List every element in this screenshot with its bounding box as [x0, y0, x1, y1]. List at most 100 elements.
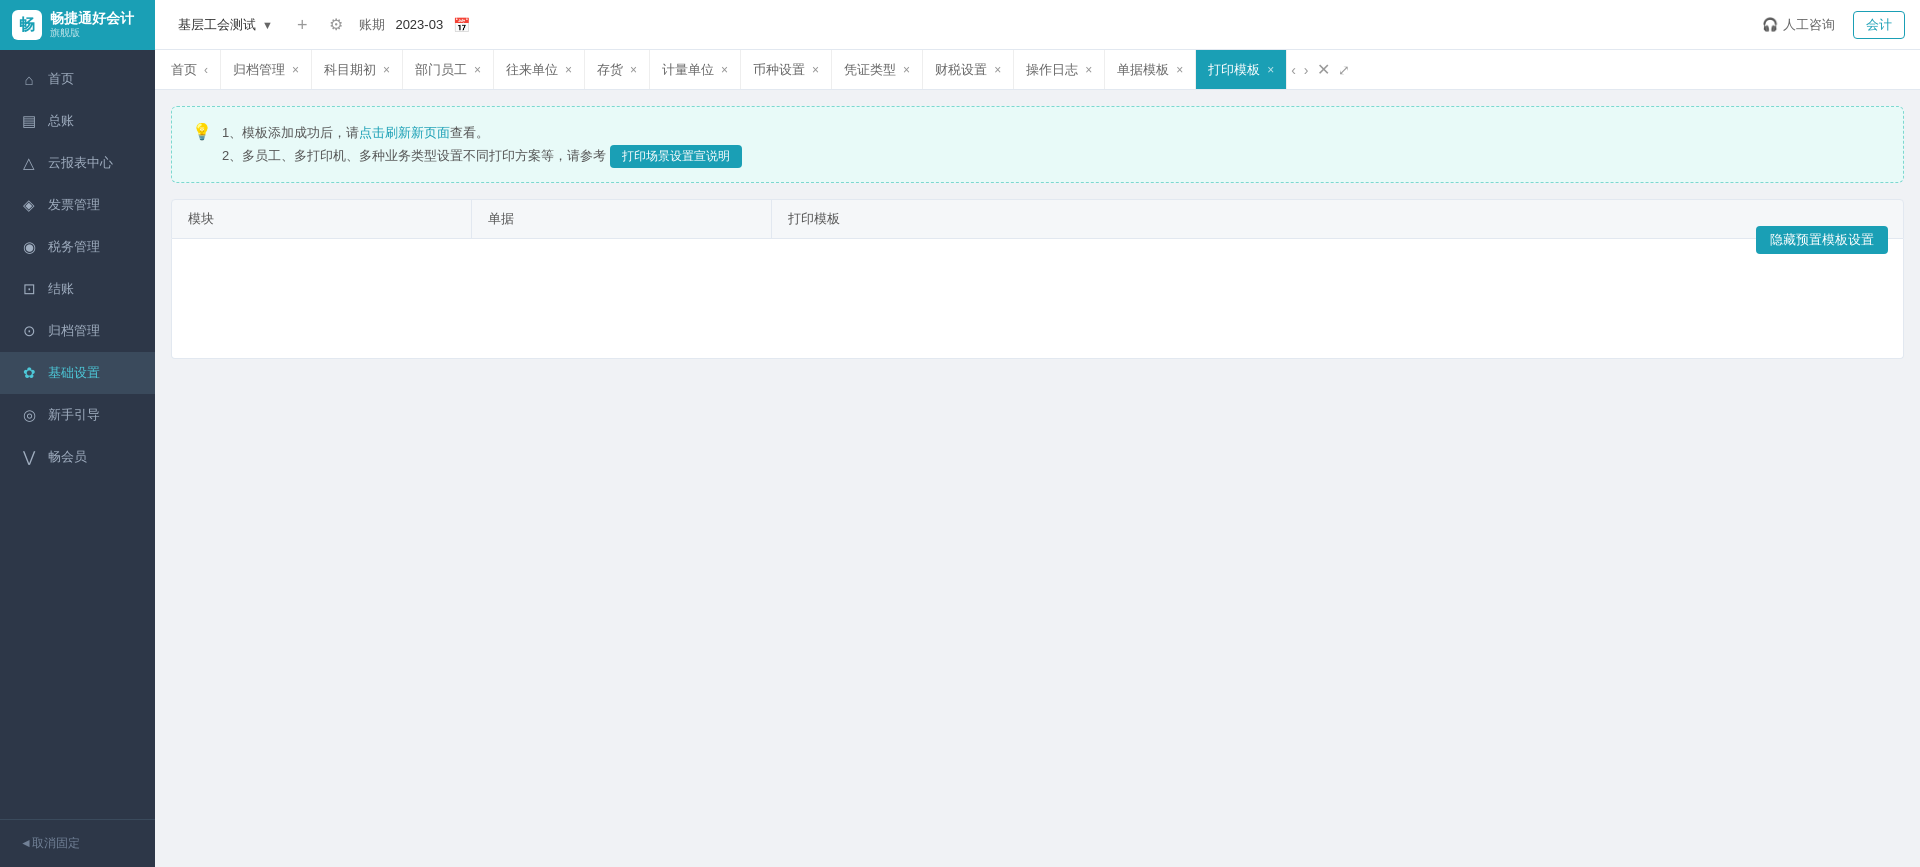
tab-tax-settings[interactable]: 财税设置 × [923, 50, 1014, 90]
notice-icon: 💡 [192, 122, 212, 141]
calendar-icon[interactable]: 📅 [453, 17, 470, 33]
service-button[interactable]: 🎧 人工咨询 [1754, 12, 1843, 38]
hide-template-button[interactable]: 隐藏预置模板设置 [1756, 226, 1888, 254]
tab-dept-staff-close[interactable]: × [474, 64, 481, 76]
tab-prev-button[interactable]: ‹ [1287, 50, 1300, 90]
company-selector[interactable]: 基层工会测试 ▼ [170, 12, 281, 38]
tab-dept-staff-label: 部门员工 [415, 61, 467, 79]
company-dropdown-arrow: ▼ [262, 19, 273, 31]
tab-inventory-close[interactable]: × [630, 64, 637, 76]
sidebar-item-settings[interactable]: ✿ 基础设置 [0, 352, 155, 394]
tab-units-close[interactable]: × [721, 64, 728, 76]
tab-home[interactable]: 首页 ‹ [159, 50, 221, 90]
tab-tax-settings-close[interactable]: × [994, 64, 1001, 76]
tab-currency[interactable]: 币种设置 × [741, 50, 832, 90]
unpin-label: ◄取消固定 [20, 835, 80, 852]
sidebar-label-settings: 基础设置 [48, 364, 100, 382]
sidebar-item-home[interactable]: ⌂ 首页 [0, 58, 155, 100]
tab-op-log-close[interactable]: × [1085, 64, 1092, 76]
sidebar-nav: ⌂ 首页 ▤ 总账 △ 云报表中心 ◈ 发票管理 ◉ 税务管理 ⊡ 结账 ⊙ 归… [0, 50, 155, 819]
tab-voucher-type[interactable]: 凭证类型 × [832, 50, 923, 90]
tab-print-template-close[interactable]: × [1267, 64, 1274, 76]
col-header-single: 单据 [472, 200, 772, 238]
sidebar-label-invoice: 发票管理 [48, 196, 100, 214]
account-button[interactable]: 会计 [1853, 11, 1905, 39]
tabbar: 首页 ‹ 归档管理 × 科目期初 × 部门员工 × 往来单位 × 存货 × 计量… [155, 50, 1920, 90]
tab-home-label: 首页 [171, 61, 197, 79]
sidebar-item-ledger[interactable]: ▤ 总账 [0, 100, 155, 142]
invoice-icon: ◈ [20, 196, 38, 214]
tab-single-form[interactable]: 单据模板 × [1105, 50, 1196, 90]
company-settings-button[interactable]: ⚙ [323, 13, 349, 36]
sidebar-item-tax[interactable]: ◉ 税务管理 [0, 226, 155, 268]
tab-expand-button[interactable]: ⤢ [1334, 50, 1354, 90]
content-area: 隐藏预置模板设置 💡 1、模板添加成功后，请点击刷新新页面查看。 2、多员工、多… [155, 90, 1920, 867]
notice-refresh-link[interactable]: 点击刷新新页面 [359, 125, 450, 140]
tab-vendors-close[interactable]: × [565, 64, 572, 76]
notice-line2: 2、多员工、多打印机、多种业务类型设置不同打印方案等，请参考打印场景设置宣说明 [222, 144, 742, 168]
sidebar-item-member[interactable]: ⋁ 畅会员 [0, 436, 155, 478]
table-header: 模块 单据 打印模板 [171, 199, 1904, 239]
add-tab-button[interactable]: + [291, 14, 314, 36]
tab-next-button[interactable]: › [1300, 50, 1313, 90]
notice-line1-suffix: 查看。 [450, 125, 489, 140]
table-body [171, 239, 1904, 359]
settings-icon: ✿ [20, 364, 38, 382]
tab-vendors[interactable]: 往来单位 × [494, 50, 585, 90]
tab-subject-init-close[interactable]: × [383, 64, 390, 76]
period-label: 账期 [359, 16, 385, 34]
member-icon: ⋁ [20, 448, 38, 466]
sidebar-item-reports[interactable]: △ 云报表中心 [0, 142, 155, 184]
home-icon: ⌂ [20, 71, 38, 88]
col-header-template: 打印模板 [772, 200, 1903, 238]
tab-inventory-label: 存货 [597, 61, 623, 79]
sidebar-item-invoice[interactable]: ◈ 发票管理 [0, 184, 155, 226]
unpin-button[interactable]: ◄取消固定 [0, 819, 155, 867]
tab-single-form-close[interactable]: × [1176, 64, 1183, 76]
print-scene-button[interactable]: 打印场景设置宣说明 [610, 145, 742, 168]
notice-text: 1、模板添加成功后，请点击刷新新页面查看。 2、多员工、多打印机、多种业务类型设… [222, 121, 742, 168]
tab-archive-mgmt[interactable]: 归档管理 × [221, 50, 312, 90]
sidebar-item-archive[interactable]: ⊙ 归档管理 [0, 310, 155, 352]
topbar: 基层工会测试 ▼ + ⚙ 账期 2023-03 📅 🎧 人工咨询 会计 [155, 0, 1920, 50]
tab-currency-close[interactable]: × [812, 64, 819, 76]
service-label: 人工咨询 [1783, 16, 1835, 34]
logo-subtitle: 旗舰版 [50, 26, 134, 40]
sidebar-item-guide[interactable]: ◎ 新手引导 [0, 394, 155, 436]
sidebar-label-reports: 云报表中心 [48, 154, 113, 172]
sidebar-label-tax: 税务管理 [48, 238, 100, 256]
tab-archive-mgmt-label: 归档管理 [233, 61, 285, 79]
sidebar-label-ledger: 总账 [48, 112, 74, 130]
tab-vendors-label: 往来单位 [506, 61, 558, 79]
notice-banner: 💡 1、模板添加成功后，请点击刷新新页面查看。 2、多员工、多打印机、多种业务类… [171, 106, 1904, 183]
tab-voucher-type-label: 凭证类型 [844, 61, 896, 79]
tab-archive-mgmt-close[interactable]: × [292, 64, 299, 76]
ledger-icon: ▤ [20, 112, 38, 130]
tab-dept-staff[interactable]: 部门员工 × [403, 50, 494, 90]
tab-print-template[interactable]: 打印模板 × [1196, 50, 1287, 90]
sidebar-label-close: 结账 [48, 280, 74, 298]
notice-line1-prefix: 1、模板添加成功后，请 [222, 125, 359, 140]
tab-inventory[interactable]: 存货 × [585, 50, 650, 90]
tab-units[interactable]: 计量单位 × [650, 50, 741, 90]
notice-line1: 1、模板添加成功后，请点击刷新新页面查看。 [222, 121, 742, 144]
tab-close-all-button[interactable]: ✕ [1313, 50, 1334, 90]
tab-op-log[interactable]: 操作日志 × [1014, 50, 1105, 90]
close-period-icon: ⊡ [20, 280, 38, 298]
archive-icon: ⊙ [20, 322, 38, 340]
tab-op-log-label: 操作日志 [1026, 61, 1078, 79]
tab-voucher-type-close[interactable]: × [903, 64, 910, 76]
tab-units-label: 计量单位 [662, 61, 714, 79]
sidebar-label-guide: 新手引导 [48, 406, 100, 424]
sidebar-label-archive: 归档管理 [48, 322, 100, 340]
sidebar-item-close[interactable]: ⊡ 结账 [0, 268, 155, 310]
tab-home-nav[interactable]: ‹ [204, 64, 208, 76]
tax-icon: ◉ [20, 238, 38, 256]
tab-tax-settings-label: 财税设置 [935, 61, 987, 79]
tab-subject-init[interactable]: 科目期初 × [312, 50, 403, 90]
col-header-module: 模块 [172, 200, 472, 238]
company-name: 基层工会测试 [178, 16, 256, 34]
period-value: 2023-03 [395, 17, 443, 32]
tab-single-form-label: 单据模板 [1117, 61, 1169, 79]
logo-icon: 畅 [12, 10, 42, 40]
